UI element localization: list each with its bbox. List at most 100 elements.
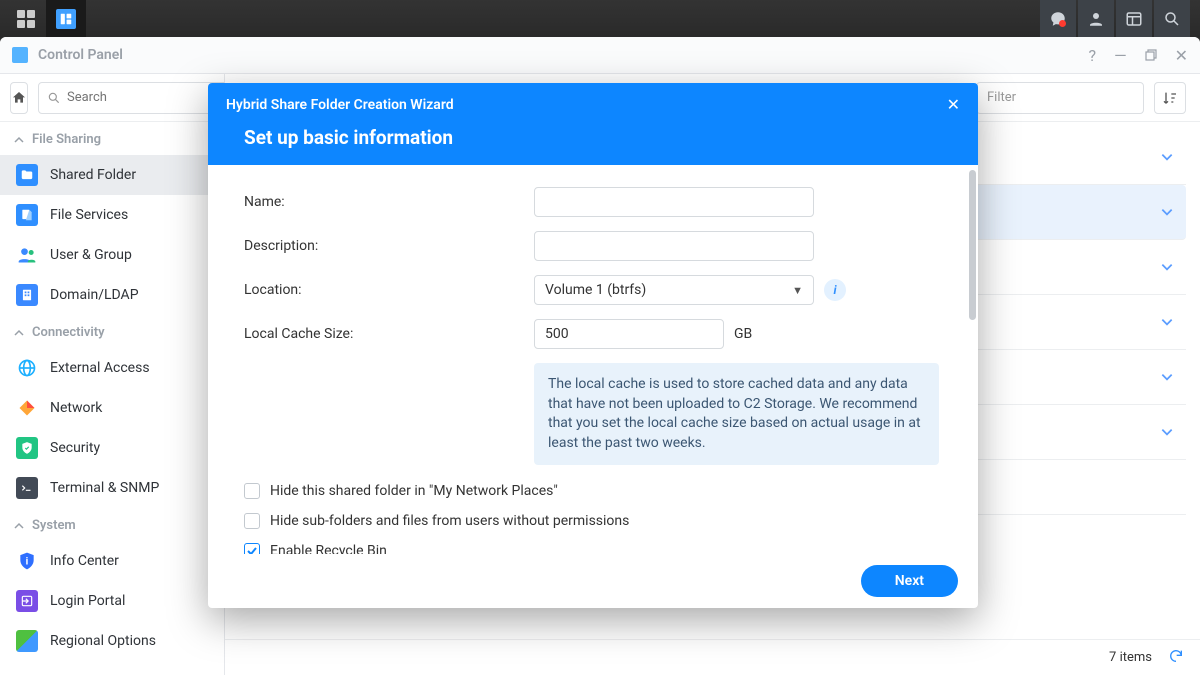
name-input[interactable] bbox=[534, 187, 814, 217]
filter-placeholder: Filter bbox=[987, 90, 1016, 105]
check-hide-subfolders[interactable]: Hide sub-folders and files from users wi… bbox=[244, 513, 942, 529]
network-icon bbox=[16, 397, 38, 419]
cache-note: The local cache is used to store cached … bbox=[534, 363, 939, 465]
sidebar-item-label: File Services bbox=[50, 207, 128, 223]
taskbar-chat-icon[interactable] bbox=[1040, 0, 1076, 37]
help-icon[interactable]: ? bbox=[1089, 46, 1097, 65]
sort-button[interactable] bbox=[1154, 82, 1186, 114]
sidebar-item-label: Info Center bbox=[50, 553, 119, 569]
close-icon[interactable]: ✕ bbox=[1175, 46, 1188, 65]
check-label: Enable Recycle Bin bbox=[270, 543, 387, 554]
minimize-icon[interactable]: — bbox=[1114, 46, 1127, 65]
sidebar-item-file-services[interactable]: File Services bbox=[0, 195, 224, 235]
chevron-down-icon bbox=[1160, 205, 1174, 219]
modal-scrollbar[interactable] bbox=[969, 170, 976, 491]
chevron-down-icon bbox=[1160, 150, 1174, 164]
maximize-icon[interactable] bbox=[1145, 46, 1157, 65]
taskbar-user-icon[interactable] bbox=[1078, 0, 1114, 37]
window-app-icon bbox=[12, 47, 28, 63]
home-icon bbox=[11, 90, 27, 106]
domain-ldap-icon bbox=[16, 284, 38, 306]
chevron-down-icon bbox=[1160, 370, 1174, 384]
window-title: Control Panel bbox=[38, 47, 123, 63]
refresh-button[interactable] bbox=[1168, 648, 1184, 668]
svg-text:i: i bbox=[26, 556, 29, 567]
taskbar-widgets-icon[interactable] bbox=[1116, 0, 1152, 37]
sidebar-item-external-access[interactable]: External Access bbox=[0, 348, 224, 388]
sort-icon bbox=[1162, 90, 1178, 106]
location-value: Volume 1 (btrfs) bbox=[545, 282, 646, 298]
taskbar-search-icon[interactable] bbox=[1154, 0, 1190, 37]
chevron-up-icon bbox=[14, 135, 24, 145]
sidebar-item-domain-ldap[interactable]: Domain/LDAP bbox=[0, 275, 224, 315]
modal-subtitle: Set up basic information bbox=[226, 126, 960, 149]
sidebar-search[interactable] bbox=[38, 82, 225, 114]
sidebar-item-label: Security bbox=[50, 440, 100, 456]
item-count: 7 items bbox=[1109, 650, 1152, 665]
file-services-icon bbox=[16, 204, 38, 226]
location-select[interactable]: Volume 1 (btrfs) ▼ bbox=[534, 275, 814, 305]
window-titlebar[interactable]: Control Panel ? — ✕ bbox=[0, 37, 1200, 74]
chevron-up-icon bbox=[14, 328, 24, 338]
chevron-down-icon: ▼ bbox=[792, 284, 803, 297]
checkbox-icon bbox=[244, 483, 260, 499]
sidebar-item-label: Terminal & SNMP bbox=[50, 480, 159, 496]
sidebar-item-terminal-snmp[interactable]: Terminal & SNMP bbox=[0, 468, 224, 508]
check-enable-recycle-bin[interactable]: Enable Recycle Bin bbox=[244, 543, 942, 554]
check-hide-network-places[interactable]: Hide this shared folder in "My Network P… bbox=[244, 483, 942, 499]
checkbox-icon bbox=[244, 543, 260, 554]
sidebar-item-label: External Access bbox=[50, 360, 150, 376]
terminal-icon bbox=[16, 477, 38, 499]
control-panel-icon bbox=[56, 9, 76, 29]
login-portal-icon bbox=[16, 590, 38, 612]
chevron-down-icon bbox=[1160, 260, 1174, 274]
cache-size-input[interactable] bbox=[534, 319, 724, 349]
location-info-icon[interactable]: i bbox=[824, 279, 846, 301]
chevron-down-icon bbox=[1160, 315, 1174, 329]
sidebar-item-network[interactable]: Network bbox=[0, 388, 224, 428]
notification-dot-icon bbox=[1059, 20, 1066, 27]
sidebar-item-label: User & Group bbox=[50, 247, 132, 263]
sidebar-item-shared-folder[interactable]: Shared Folder bbox=[0, 155, 224, 195]
taskbar-apps-button[interactable] bbox=[6, 0, 46, 37]
sidebar-item-label: Login Portal bbox=[50, 593, 125, 609]
filter-input[interactable]: Filter bbox=[976, 82, 1144, 114]
modal-close-button[interactable]: ✕ bbox=[947, 95, 960, 114]
check-label: Hide sub-folders and files from users wi… bbox=[270, 513, 629, 529]
hybrid-share-wizard-modal: Hybrid Share Folder Creation Wizard ✕ Se… bbox=[208, 83, 978, 608]
home-button[interactable] bbox=[10, 82, 28, 114]
sidebar-item-label: Shared Folder bbox=[50, 167, 136, 183]
description-input[interactable] bbox=[534, 231, 814, 261]
taskbar-controlpanel-button[interactable] bbox=[46, 0, 86, 37]
shared-folder-icon bbox=[16, 164, 38, 186]
check-label: Hide this shared folder in "My Network P… bbox=[270, 483, 558, 499]
sidebar-item-user-group[interactable]: User & Group bbox=[0, 235, 224, 275]
section-connectivity[interactable]: Connectivity bbox=[0, 315, 224, 348]
chevron-up-icon bbox=[14, 521, 24, 531]
sidebar-item-login-portal[interactable]: Login Portal bbox=[0, 581, 224, 621]
chevron-down-icon bbox=[1160, 425, 1174, 439]
sidebar-item-info-center[interactable]: i Info Center bbox=[0, 541, 224, 581]
refresh-icon bbox=[1168, 648, 1184, 664]
cache-unit: GB bbox=[734, 326, 752, 342]
apps-grid-icon bbox=[17, 10, 35, 28]
search-input[interactable] bbox=[67, 90, 225, 105]
next-button[interactable]: Next bbox=[861, 565, 958, 597]
section-system[interactable]: System bbox=[0, 508, 224, 541]
modal-title: Hybrid Share Folder Creation Wizard bbox=[226, 97, 454, 113]
label-location: Location: bbox=[244, 282, 534, 298]
sidebar-item-security[interactable]: Security bbox=[0, 428, 224, 468]
sidebar-item-label: Network bbox=[50, 400, 102, 416]
regional-options-icon bbox=[16, 630, 38, 652]
label-name: Name: bbox=[244, 194, 534, 210]
section-file-sharing[interactable]: File Sharing bbox=[0, 122, 224, 155]
sidebar-item-label: Domain/LDAP bbox=[50, 287, 139, 303]
label-cache-size: Local Cache Size: bbox=[244, 326, 534, 342]
sidebar: File Sharing Shared Folder File Services… bbox=[0, 74, 225, 675]
sidebar-item-label: Regional Options bbox=[50, 633, 156, 649]
search-icon bbox=[47, 91, 61, 105]
external-access-icon bbox=[16, 357, 38, 379]
user-group-icon bbox=[16, 244, 38, 266]
checkbox-icon bbox=[244, 513, 260, 529]
sidebar-item-regional-options[interactable]: Regional Options bbox=[0, 621, 224, 661]
